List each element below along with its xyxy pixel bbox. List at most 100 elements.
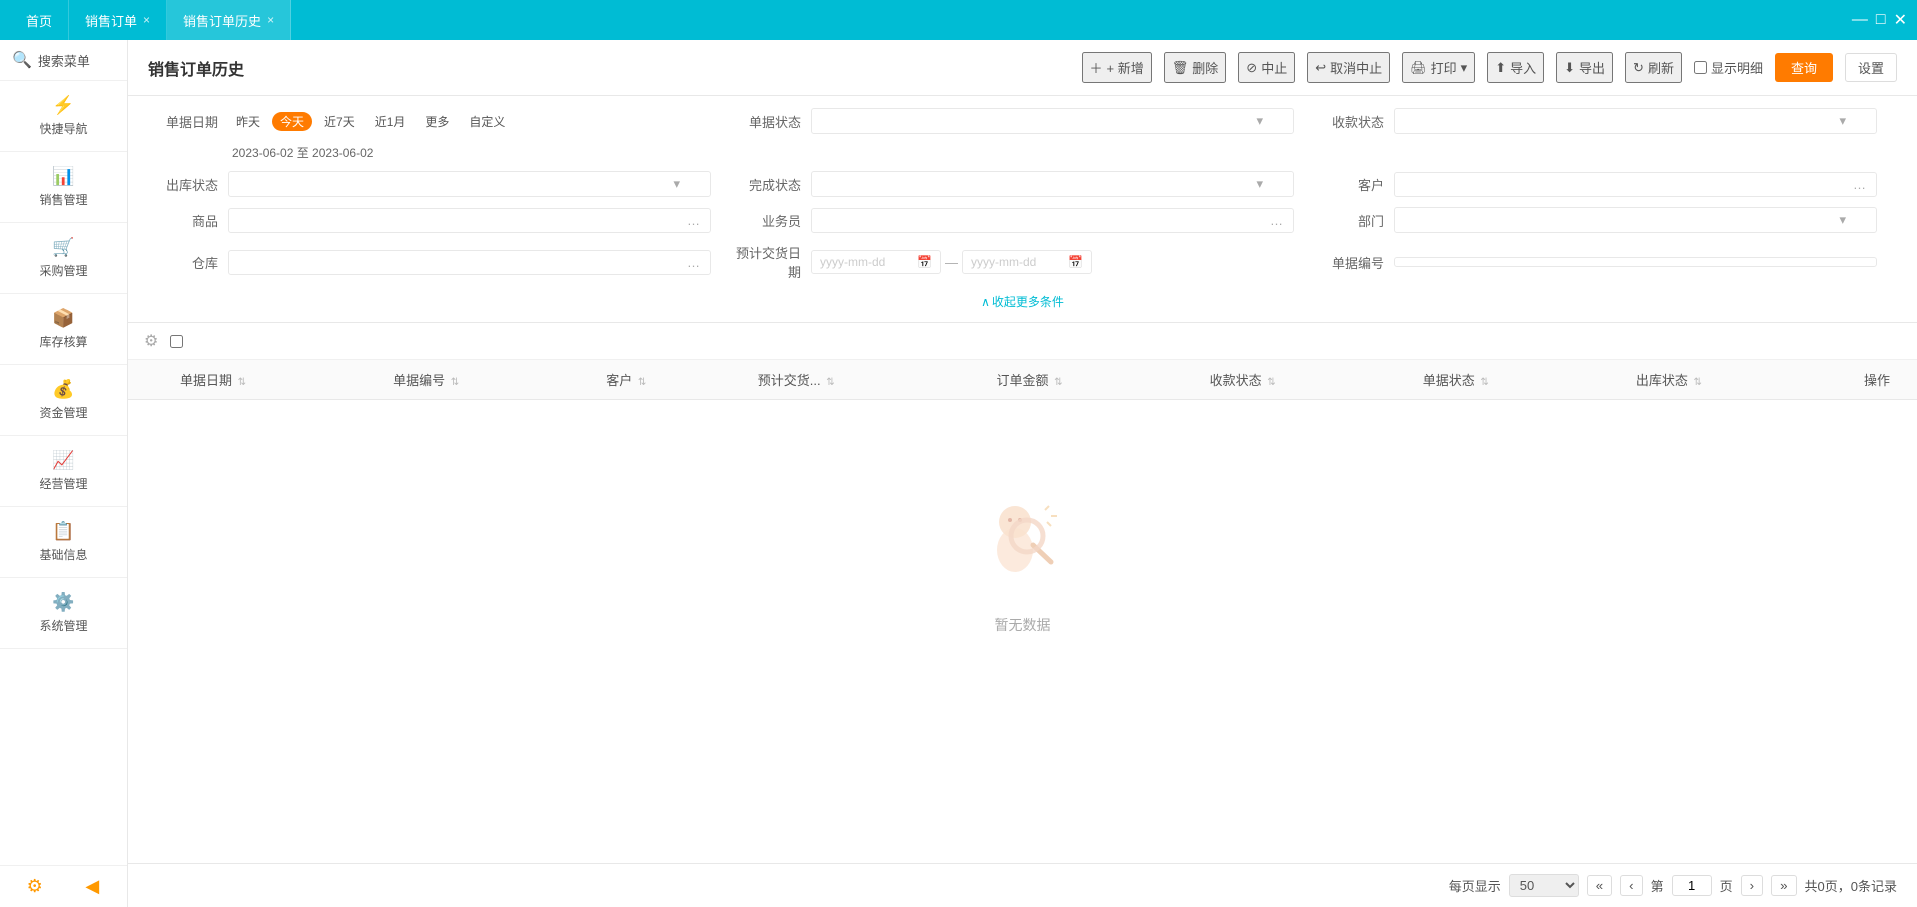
sidebar-item-inventory[interactable]: 📦 库存核算 [0, 294, 127, 365]
table-header-row: 单据日期 ⇅ 单据编号 ⇅ 客户 ⇅ 预计交货... [128, 360, 1917, 400]
import-label: 导入 [1510, 58, 1536, 77]
customer-dots-icon[interactable]: … [1853, 177, 1866, 192]
prev-page-button[interactable]: ‹ [1620, 875, 1642, 896]
tab-sales-order-close[interactable]: × [143, 13, 150, 27]
sidebar-item-sales-label: 销售管理 [39, 191, 87, 208]
delivery-date-label: 预计交货日期 [731, 243, 811, 281]
tab-sales-order[interactable]: 销售订单 × [69, 0, 167, 40]
stop-button[interactable]: ⊘ 中止 [1238, 52, 1295, 83]
cancel-stop-button[interactable]: ↩ 取消中止 [1307, 52, 1390, 83]
delivery-status-select[interactable]: ▾ [228, 171, 711, 197]
basic-icon: 📋 [52, 521, 74, 542]
order-number-input[interactable] [1394, 257, 1877, 267]
last-page-button[interactable]: » [1771, 875, 1796, 896]
sidebar-item-basic-label: 基础信息 [39, 546, 87, 563]
th-delivery-status[interactable]: 出库状态 ⇅ [1624, 360, 1837, 400]
sidebar-item-system[interactable]: ⚙️ 系统管理 [0, 578, 127, 649]
sidebar-item-operations[interactable]: 📈 经营管理 [0, 436, 127, 507]
export-button[interactable]: ⬇ 导出 [1556, 52, 1613, 83]
date-tag-1month[interactable]: 近1月 [367, 112, 414, 131]
payment-status-select[interactable]: ▾ [1394, 108, 1877, 134]
tab-sales-order-history-close[interactable]: × [267, 13, 274, 27]
sidebar-settings-button[interactable]: ⚙ [10, 876, 60, 897]
print-label: 打印 [1431, 58, 1457, 77]
date-tag-7days[interactable]: 近7天 [316, 112, 363, 131]
first-page-button[interactable]: « [1587, 875, 1612, 896]
table-settings-icon[interactable]: ⚙ [144, 331, 158, 351]
show-detail-checkbox[interactable] [1694, 61, 1707, 74]
product-dots-icon[interactable]: … [687, 213, 700, 228]
page-number-input[interactable] [1672, 875, 1712, 896]
order-status-filter-cell: 单据状态 ▾ [731, 108, 1314, 134]
window-close-button[interactable]: ✕ [1894, 10, 1907, 30]
th-date[interactable]: 单据日期 ⇅ [168, 360, 381, 400]
calendar-to-icon[interactable]: 📅 [1068, 255, 1083, 269]
sales-icon: 📊 [52, 166, 74, 187]
page-word: 页 [1720, 876, 1733, 895]
th-number[interactable]: 单据编号 ⇅ [381, 360, 594, 400]
th-customer[interactable]: 客户 ⇅ [594, 360, 746, 400]
order-status-select[interactable]: ▾ [811, 108, 1294, 134]
sidebar-item-basic[interactable]: 📋 基础信息 [0, 507, 127, 578]
refresh-button[interactable]: ↻ 刷新 [1625, 52, 1682, 83]
settings-button[interactable]: 设置 [1845, 53, 1897, 82]
tab-home[interactable]: 首页 [10, 0, 69, 40]
th-order-status[interactable]: 单据状态 ⇅ [1411, 360, 1624, 400]
sidebar-item-sales[interactable]: 📊 销售管理 [0, 152, 127, 223]
sidebar-item-finance[interactable]: 💰 资金管理 [0, 365, 127, 436]
window-maximize-button[interactable]: □ [1876, 11, 1886, 29]
order-number-label: 单据编号 [1314, 253, 1394, 272]
th-ops: 操作 [1837, 360, 1917, 400]
show-detail-checkbox-label[interactable]: 显示明细 [1694, 58, 1763, 77]
select-all-checkbox[interactable] [170, 335, 183, 348]
print-button[interactable]: 🖨 打印 ▾ [1402, 52, 1475, 83]
window-minimize-button[interactable]: — [1852, 11, 1868, 29]
new-button[interactable]: ＋ + 新增 [1082, 52, 1152, 83]
warehouse-dots-icon[interactable]: … [687, 255, 700, 270]
department-select[interactable]: ▾ [1394, 207, 1877, 233]
tab-sales-order-history[interactable]: 销售订单历史 × [167, 0, 291, 40]
product-input[interactable]: … [228, 208, 711, 233]
calendar-from-icon[interactable]: 📅 [917, 255, 932, 269]
date-tag-today[interactable]: 今天 [272, 112, 312, 131]
data-table: 单据日期 ⇅ 单据编号 ⇅ 客户 ⇅ 预计交货... [128, 360, 1917, 400]
th-amount[interactable]: 订单金额 ⇅ [985, 360, 1198, 400]
import-icon: ⬆ [1495, 60, 1506, 76]
sidebar-collapse-button[interactable]: ◀ [68, 876, 118, 897]
sidebar-item-purchase[interactable]: 🛒 采购管理 [0, 223, 127, 294]
th-delivery-date[interactable]: 预计交货... ⇅ [746, 360, 985, 400]
tab-sales-order-label: 销售订单 [85, 11, 137, 30]
cancel-stop-label: 取消中止 [1330, 58, 1382, 77]
delivery-date-to-input[interactable]: yyyy-mm-dd 📅 [962, 250, 1092, 274]
import-button[interactable]: ⬆ 导入 [1487, 52, 1544, 83]
delivery-date-from-input[interactable]: yyyy-mm-dd 📅 [811, 250, 941, 274]
delete-button[interactable]: 🗑 删除 [1164, 52, 1227, 83]
warehouse-input[interactable]: … [228, 250, 711, 275]
salesperson-input[interactable]: … [811, 208, 1294, 233]
date-tag-yesterday[interactable]: 昨天 [228, 112, 268, 131]
customer-input[interactable]: … [1394, 172, 1877, 197]
quick-nav-icon: ⚡ [52, 95, 74, 116]
delivery-date-filter-cell: 预计交货日期 yyyy-mm-dd 📅 — yyyy-mm-dd 📅 [731, 243, 1314, 281]
tab-sales-order-history-label: 销售订单历史 [183, 11, 261, 30]
sidebar-item-quick-nav[interactable]: ⚡ 快捷导航 [0, 81, 127, 152]
th-payment-status-label: 收款状态 [1210, 373, 1262, 388]
date-range-display: 2023-06-02 至 2023-06-02 [232, 146, 373, 160]
table-area: ⚙ 单据日期 ⇅ 单据编号 ⇅ [128, 323, 1917, 863]
date-tag-custom[interactable]: 自定义 [461, 112, 513, 131]
sidebar-search-label: 搜索菜单 [38, 51, 90, 70]
purchase-icon: 🛒 [52, 237, 74, 258]
delivery-date-from-value: yyyy-mm-dd [820, 255, 885, 269]
collapse-button[interactable]: ∧ 收起更多条件 [981, 293, 1064, 310]
show-detail-label: 显示明细 [1711, 58, 1763, 77]
date-filter-cell: 单据日期 昨天 今天 近7天 近1月 更多 自定义 [148, 112, 731, 131]
query-button[interactable]: 查询 [1775, 53, 1833, 82]
customer-filter-cell: 客户 … [1314, 172, 1897, 197]
th-payment-status[interactable]: 收款状态 ⇅ [1198, 360, 1411, 400]
page-size-select[interactable]: 50 10 20 100 [1509, 874, 1579, 897]
salesperson-dots-icon[interactable]: … [1270, 213, 1283, 228]
sidebar-search[interactable]: 🔍 搜索菜单 [0, 40, 127, 81]
date-tag-more[interactable]: 更多 [417, 112, 457, 131]
completion-status-select[interactable]: ▾ [811, 171, 1294, 197]
next-page-button[interactable]: › [1741, 875, 1763, 896]
